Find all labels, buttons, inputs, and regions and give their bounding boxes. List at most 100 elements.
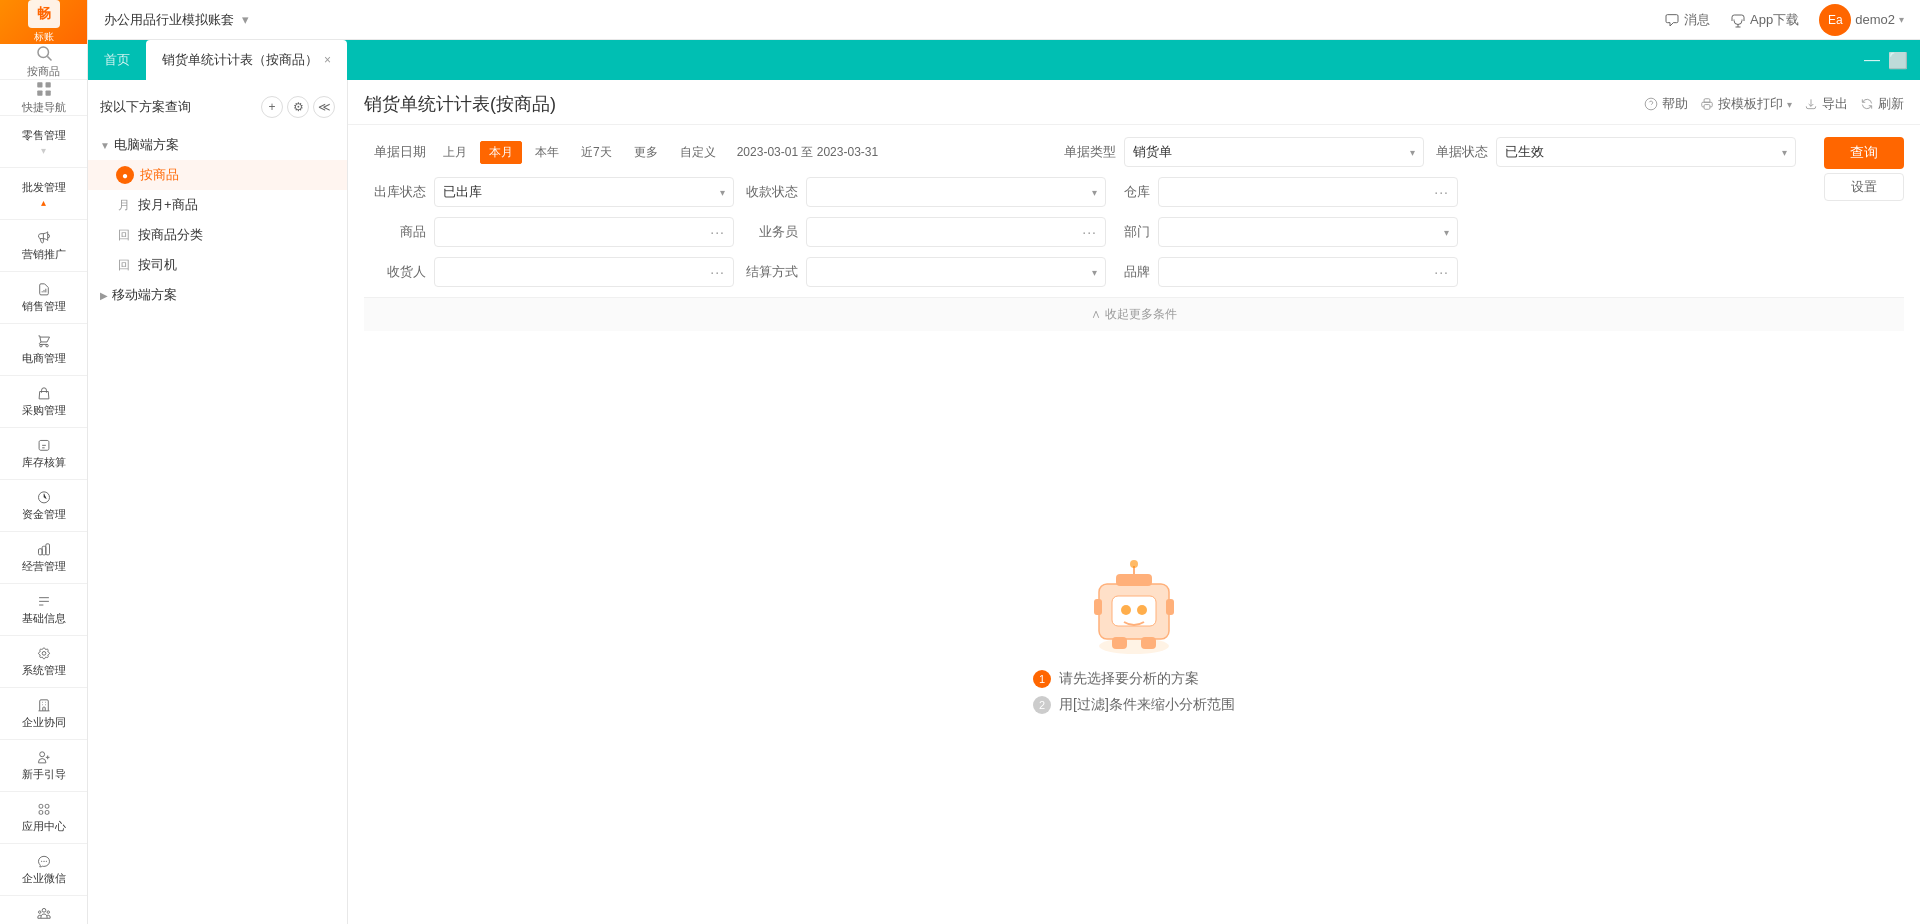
collapse-filter-bar[interactable]: ∧ 收起更多条件 (364, 297, 1904, 331)
user-profile[interactable]: Ea demo2 ▾ (1819, 4, 1904, 36)
tab-current-label: 销货单统计计表（按商品） (162, 51, 318, 69)
collapse-panel-btn[interactable]: ≪ (313, 96, 335, 118)
brand-dots: ··· (1434, 264, 1449, 280)
print-arrow[interactable]: ▾ (1787, 99, 1792, 110)
query-button[interactable]: 查询 (1824, 137, 1904, 169)
svg-line-1 (47, 56, 51, 60)
settlement-arrow: ▾ (1092, 267, 1097, 278)
member-icon (34, 906, 54, 921)
doc-status-arrow: ▾ (1782, 147, 1787, 158)
payment-status-label: 收款状态 (746, 183, 806, 201)
print-btn[interactable]: 按模板打印 ▾ (1700, 95, 1792, 113)
app-download-label: App下载 (1750, 11, 1799, 29)
dropdown-arrow[interactable]: ▾ (242, 12, 249, 27)
sidebar-item-purchase[interactable]: 采购管理 (0, 376, 88, 428)
sidebar-item-ecommerce[interactable]: 电商管理 (0, 324, 88, 376)
sidebar-item-member[interactable]: 畅会员 (0, 896, 88, 924)
right-action-btns: 查询 设置 (1824, 137, 1904, 297)
sidebar-item-sales[interactable]: 销售管理 (0, 272, 88, 324)
sidebar-item-finance[interactable]: 资金管理 (0, 480, 88, 532)
sidebar-quick-nav[interactable]: 快捷导航 (0, 80, 88, 116)
warehouse-status-select[interactable]: 已出库 ▾ (434, 177, 734, 207)
collapse-label: 收起更多条件 (1105, 307, 1177, 321)
date-more[interactable]: 更多 (625, 141, 667, 164)
sidebar-item-newuser[interactable]: 新手引导 (0, 740, 88, 792)
export-icon (1804, 97, 1818, 111)
purchase-label: 采购管理 (22, 403, 66, 417)
sidebar-search[interactable]: 按商品 (0, 44, 88, 80)
tree-item-by-goods[interactable]: ● 按商品 (88, 160, 347, 190)
sidebar-item-enterprise[interactable]: 企业协同 (0, 688, 88, 740)
date-prev-month[interactable]: 上月 (434, 141, 476, 164)
sidebar-item-apps[interactable]: 应用中心 (0, 792, 88, 844)
apps-icon (34, 802, 54, 817)
tab-minimize-btn[interactable]: — (1864, 51, 1880, 69)
page-title: 销货单统计计表(按商品) (364, 92, 556, 116)
tab-home[interactable]: 首页 (88, 40, 146, 80)
sidebar-item-basics[interactable]: 基础信息 (0, 584, 88, 636)
sidebar-item-wholesale[interactable]: 批发管理 ▴ (0, 168, 88, 220)
settlement-select[interactable]: ▾ (806, 257, 1106, 287)
payment-status-select[interactable]: ▾ (806, 177, 1106, 207)
sidebar-item-inventory[interactable]: 库存核算 (0, 428, 88, 480)
store-select[interactable]: ··· (1158, 177, 1458, 207)
add-scheme-btn[interactable]: + (261, 96, 283, 118)
empty-illustration (1074, 554, 1194, 654)
tree-item-by-driver[interactable]: 回 按司机 (88, 250, 347, 280)
tip-num-2: 2 (1033, 696, 1051, 714)
tree-mobile-section[interactable]: ▶ 移动端方案 (88, 280, 347, 310)
month-goods-icon: 月 (116, 197, 132, 213)
settings-scheme-btn[interactable]: ⚙ (287, 96, 309, 118)
date-current-month[interactable]: 本月 (480, 141, 522, 164)
settings-button[interactable]: 设置 (1824, 173, 1904, 201)
pc-section: ▼ 电脑端方案 ● 按商品 月 按月+商品 回 按商品分类 (88, 126, 347, 314)
refresh-label: 刷新 (1878, 95, 1904, 113)
filter-row-1: 单据日期 上月 本月 本年 近7天 更多 自定义 (364, 137, 1796, 167)
avatar: Ea (1819, 4, 1851, 36)
user-dropdown-arrow: ▾ (1899, 14, 1904, 25)
tree-pc-section[interactable]: ▼ 电脑端方案 (88, 130, 347, 160)
logo-icon: 畅 (28, 0, 60, 28)
dept-select[interactable]: ▾ (1158, 217, 1458, 247)
marketing-icon (34, 230, 54, 245)
date-custom[interactable]: 自定义 (671, 141, 725, 164)
basics-label: 基础信息 (22, 611, 66, 625)
tab-current[interactable]: 销货单统计计表（按商品） × (146, 40, 347, 80)
sidebar-item-system[interactable]: 系统管理 (0, 636, 88, 688)
sidebar-logo[interactable]: 畅 标账 (0, 0, 88, 44)
brand-select[interactable]: ··· (1158, 257, 1458, 287)
tab-maximize-btn[interactable]: ⬜ (1888, 51, 1908, 70)
goods-select[interactable]: ··· (434, 217, 734, 247)
payment-arrow: ▾ (1092, 187, 1097, 198)
tree-item-by-month-goods[interactable]: 月 按月+商品 (88, 190, 347, 220)
date-year[interactable]: 本年 (526, 141, 568, 164)
help-icon (1644, 97, 1658, 111)
message-label: 消息 (1684, 11, 1710, 29)
content-area: 1 请先选择要分析的方案 2 用[过滤]条件来缩小分析范围 (348, 343, 1920, 924)
app-icon (1730, 12, 1746, 28)
staff-select[interactable]: ··· (806, 217, 1106, 247)
sidebar-item-marketing[interactable]: 营销推广 (0, 220, 88, 272)
staff-dots: ··· (1082, 224, 1097, 240)
date-7days[interactable]: 近7天 (572, 141, 621, 164)
doc-type-select[interactable]: 销货单 ▾ (1124, 137, 1424, 167)
message-btn[interactable]: 消息 (1664, 11, 1710, 29)
tree-item-by-category[interactable]: 回 按商品分类 (88, 220, 347, 250)
refresh-btn[interactable]: 刷新 (1860, 95, 1904, 113)
sidebar-item-operations[interactable]: 经营管理 (0, 532, 88, 584)
export-btn[interactable]: 导出 (1804, 95, 1848, 113)
receiver-dots: ··· (710, 264, 725, 280)
svg-rect-5 (45, 91, 50, 96)
avatar-initials: Ea (1828, 13, 1843, 27)
topbar-right: 消息 App下载 Ea demo2 ▾ (1664, 4, 1904, 36)
filter-row-3: 商品 ··· 业务员 ··· 部门 (364, 217, 1796, 247)
wechat-label: 企业微信 (22, 871, 66, 885)
tab-close-btn[interactable]: × (324, 53, 331, 67)
newuser-icon (34, 750, 54, 765)
help-btn[interactable]: 帮助 (1644, 95, 1688, 113)
sidebar-item-wechat[interactable]: 企业微信 (0, 844, 88, 896)
receiver-select[interactable]: ··· (434, 257, 734, 287)
sidebar-item-retail[interactable]: 零售管理 ▾ (0, 116, 88, 168)
app-download-btn[interactable]: App下载 (1730, 11, 1799, 29)
doc-status-select[interactable]: 已生效 ▾ (1496, 137, 1796, 167)
